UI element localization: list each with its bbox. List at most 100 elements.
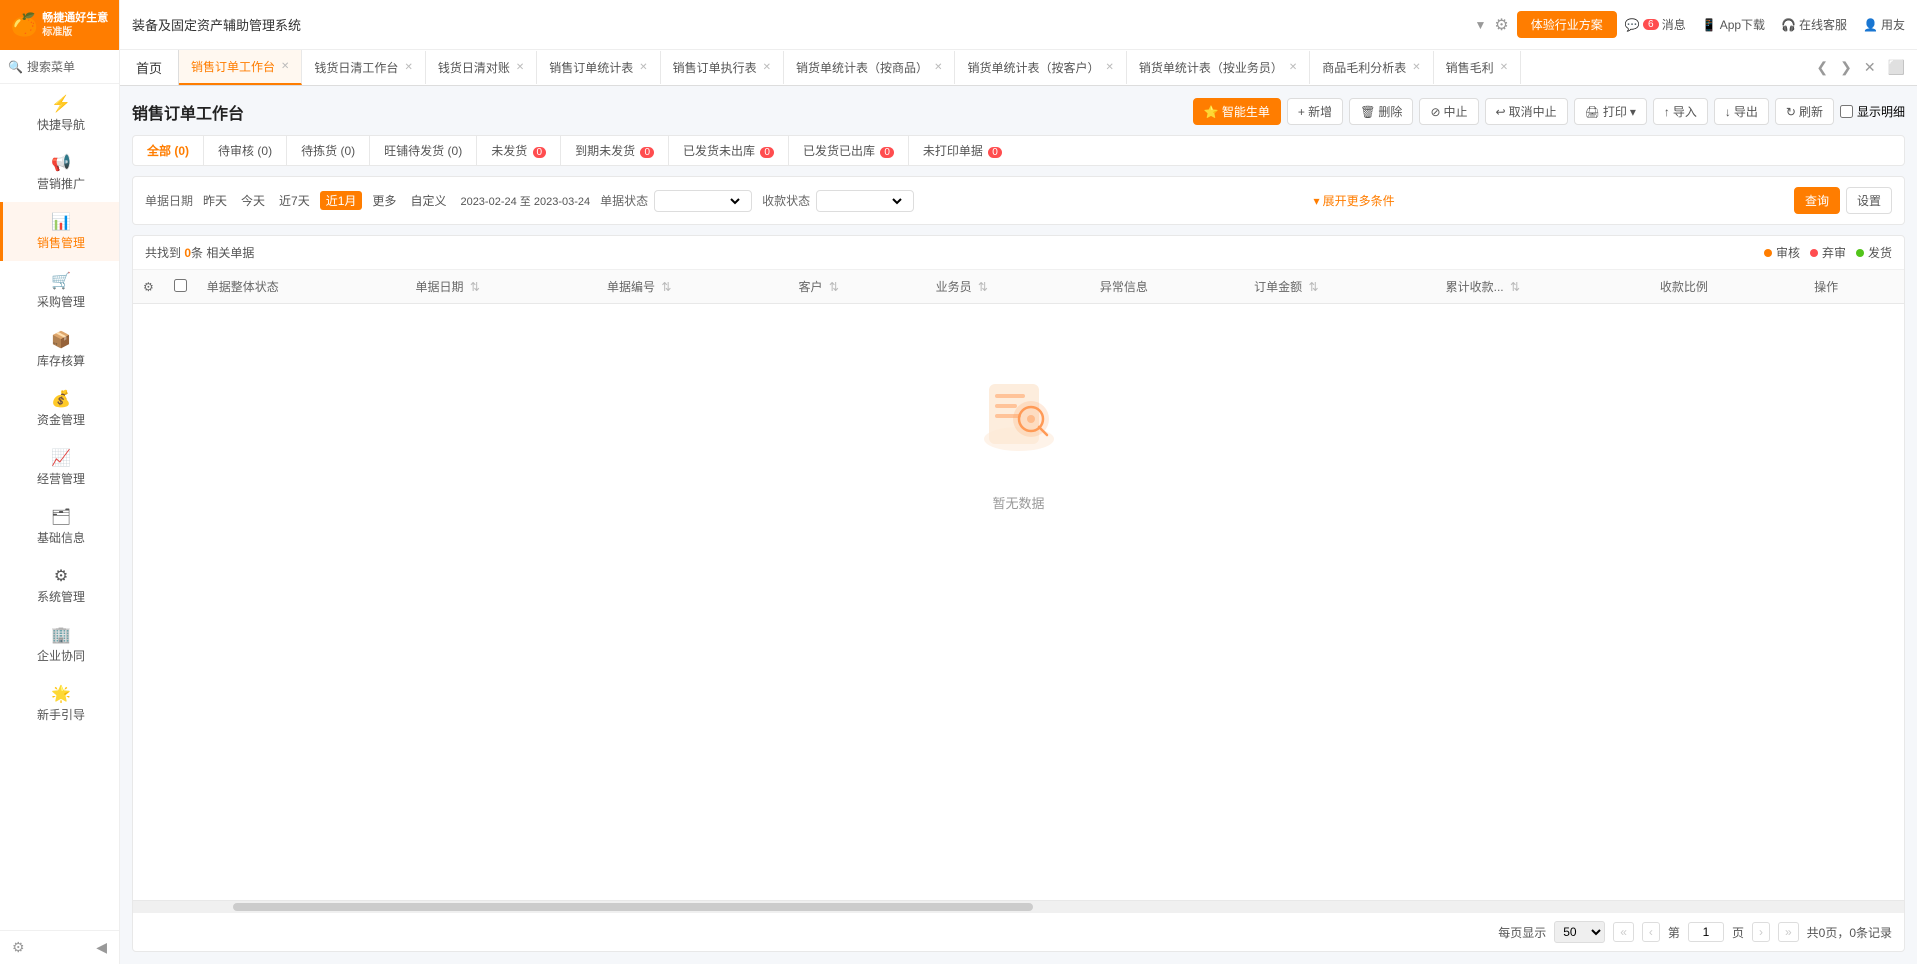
- pagination-next[interactable]: ›: [1752, 922, 1770, 942]
- date-today[interactable]: 今天: [237, 191, 269, 210]
- tab-sales-product[interactable]: 销货单统计表（按商品） ✕: [784, 51, 955, 84]
- tab-nav-next[interactable]: ❯: [1836, 57, 1856, 78]
- user-item[interactable]: 👤 用友: [1863, 16, 1905, 33]
- search-settings-button[interactable]: 设置: [1846, 187, 1892, 214]
- filter-tab-not-printed[interactable]: 未打印单据 0: [909, 136, 1016, 165]
- scroll-bar[interactable]: [133, 900, 1904, 912]
- tab-sales-stat[interactable]: 销售订单统计表 ✕: [537, 51, 660, 84]
- sidebar-item-guide[interactable]: 🌟 新手引导: [0, 674, 119, 733]
- tab-sales-product-label: 销货单统计表（按商品）: [796, 59, 928, 76]
- filter-tab-all[interactable]: 全部 (0): [133, 136, 204, 165]
- expand-button[interactable]: ▾ 展开更多条件: [1314, 192, 1395, 209]
- date-7days[interactable]: 近7天: [275, 191, 314, 210]
- tab-maximize[interactable]: ⬜: [1884, 57, 1909, 78]
- status-select[interactable]: [663, 193, 743, 209]
- date-custom[interactable]: 自定义: [406, 191, 450, 210]
- payment-select-wrapper[interactable]: [816, 190, 914, 212]
- tab-close-sales-staff[interactable]: ✕: [1289, 62, 1297, 73]
- tab-nav-prev[interactable]: ❮: [1812, 57, 1832, 78]
- tab-close-sales-product[interactable]: ✕: [934, 62, 942, 73]
- sidebar-search[interactable]: 🔍 搜索菜单: [0, 50, 119, 84]
- filter-tab-pending-inspect[interactable]: 待拣货 (0): [287, 136, 370, 165]
- filter-tab-overdue[interactable]: 到期未发货 0: [561, 136, 669, 165]
- online-service-item[interactable]: 🎧 在线客服: [1781, 16, 1847, 33]
- payment-select[interactable]: [825, 193, 905, 209]
- tab-close-all[interactable]: ✕: [1860, 57, 1880, 78]
- tab-close-sales-customer[interactable]: ✕: [1105, 62, 1113, 73]
- stop-button[interactable]: ⊘ 中止: [1419, 98, 1478, 125]
- import-button[interactable]: ↑ 导入: [1653, 98, 1708, 125]
- sidebar-item-marketing[interactable]: 📢 营销推广: [0, 143, 119, 202]
- sidebar-item-quick-nav[interactable]: ⚡ 快捷导航: [0, 84, 119, 143]
- tab-close-cash-reconcile[interactable]: ✕: [516, 62, 524, 73]
- trial-button[interactable]: 体验行业方案: [1517, 11, 1617, 38]
- status-select-wrapper[interactable]: [654, 190, 752, 212]
- review-action[interactable]: 审核: [1764, 244, 1800, 261]
- topbar-settings-icon[interactable]: ⚙: [1494, 15, 1508, 35]
- pagination-page-input[interactable]: [1688, 922, 1724, 942]
- filter-tab-not-shipped[interactable]: 未发货 0: [477, 136, 561, 165]
- ship-action[interactable]: 发货: [1856, 244, 1892, 261]
- per-page-select[interactable]: 50 10 20 100: [1554, 921, 1605, 943]
- cancel-review-action[interactable]: 弃审: [1810, 244, 1846, 261]
- tab-close-sales-exec[interactable]: ✕: [763, 62, 771, 73]
- sidebar-item-finance[interactable]: 💰 资金管理: [0, 379, 119, 438]
- th-number[interactable]: 单据编号 ⇅: [597, 270, 789, 304]
- tab-home[interactable]: 首页: [120, 50, 179, 85]
- tab-cash-reconcile[interactable]: 钱货日清对账 ✕: [426, 51, 537, 84]
- th-settings[interactable]: ⚙: [133, 270, 164, 304]
- th-staff[interactable]: 业务员 ⇅: [926, 270, 1090, 304]
- sidebar-item-system[interactable]: ⚙ 系统管理: [0, 556, 119, 615]
- pagination-first[interactable]: «: [1613, 922, 1634, 942]
- date-more[interactable]: 更多: [368, 191, 400, 210]
- pagination-prev[interactable]: ‹: [1642, 922, 1660, 942]
- filter-tab-shipped-not-stored[interactable]: 已发货未出库 0: [669, 136, 789, 165]
- sidebar-item-enterprise[interactable]: 🏢 企业协同: [0, 615, 119, 674]
- cancel-stop-button[interactable]: ↩ 取消中止: [1485, 98, 1568, 125]
- sidebar-item-purchase[interactable]: 🛒 采购管理: [0, 261, 119, 320]
- scroll-thumb[interactable]: [233, 903, 1033, 911]
- filter-tab-wangpu[interactable]: 旺铺待发货 (0): [370, 136, 477, 165]
- select-all-checkbox[interactable]: [174, 279, 187, 292]
- date-1month[interactable]: 近1月: [320, 191, 363, 210]
- tab-sales-order[interactable]: 销售订单工作台 ✕: [179, 50, 302, 85]
- app-download-item[interactable]: 📱 App下载: [1702, 16, 1765, 33]
- sidebar-item-operations[interactable]: 📈 经营管理: [0, 438, 119, 497]
- print-button[interactable]: 🖨 打印 ▾: [1574, 98, 1647, 125]
- tab-sales-customer[interactable]: 销货单统计表（按客户） ✕: [955, 51, 1126, 84]
- tab-close-margin-stat[interactable]: ✕: [1412, 62, 1420, 73]
- filter-tab-shipped-stored[interactable]: 已发货已出库 0: [789, 136, 909, 165]
- settings-bottom-icon[interactable]: ⚙: [12, 939, 25, 956]
- topbar-dropdown-icon[interactable]: ▼: [1475, 18, 1487, 32]
- sidebar-item-basic[interactable]: 🗂 基础信息: [0, 497, 119, 556]
- tab-cash-daily[interactable]: 钱货日清工作台 ✕: [302, 51, 425, 84]
- pagination-last[interactable]: »: [1778, 922, 1799, 942]
- search-button[interactable]: 查询: [1794, 187, 1840, 214]
- show-detail-checkbox[interactable]: [1840, 105, 1853, 118]
- tab-close-sales-gross[interactable]: ✕: [1500, 62, 1508, 73]
- collapse-icon[interactable]: ◀: [96, 939, 107, 956]
- th-collected[interactable]: 累计收款... ⇅: [1436, 270, 1650, 304]
- th-amount[interactable]: 订单金额 ⇅: [1244, 270, 1436, 304]
- tab-sales-gross[interactable]: 销售毛利 ✕: [1434, 51, 1521, 84]
- date-yesterday[interactable]: 昨天: [199, 191, 231, 210]
- message-item[interactable]: 💬 6 消息: [1625, 16, 1686, 33]
- smart-create-button[interactable]: ⭐ 智能生单: [1193, 98, 1281, 125]
- delete-button[interactable]: 🗑 删除: [1349, 98, 1413, 125]
- tab-sales-exec[interactable]: 销售订单执行表 ✕: [661, 51, 784, 84]
- tab-close-sales-order[interactable]: ✕: [281, 61, 289, 72]
- sidebar-item-inventory[interactable]: 📦 库存核算: [0, 320, 119, 379]
- show-detail-toggle[interactable]: 显示明细: [1840, 103, 1905, 120]
- th-customer[interactable]: 客户 ⇅: [789, 270, 926, 304]
- add-button[interactable]: + 新增: [1287, 98, 1343, 125]
- tab-close-cash-daily[interactable]: ✕: [404, 62, 412, 73]
- refresh-button[interactable]: ↻ 刷新: [1775, 98, 1834, 125]
- th-checkbox[interactable]: [164, 270, 197, 304]
- filter-tab-pending-review[interactable]: 待审核 (0): [204, 136, 287, 165]
- tab-sales-staff[interactable]: 销货单统计表（按业务员） ✕: [1127, 51, 1310, 84]
- th-date[interactable]: 单据日期 ⇅: [406, 270, 598, 304]
- sidebar-item-sales[interactable]: 📊 销售管理: [0, 202, 119, 261]
- tab-margin-stat[interactable]: 商品毛利分析表 ✕: [1310, 51, 1433, 84]
- tab-close-sales-stat[interactable]: ✕: [639, 62, 647, 73]
- export-button[interactable]: ↓ 导出: [1714, 98, 1769, 125]
